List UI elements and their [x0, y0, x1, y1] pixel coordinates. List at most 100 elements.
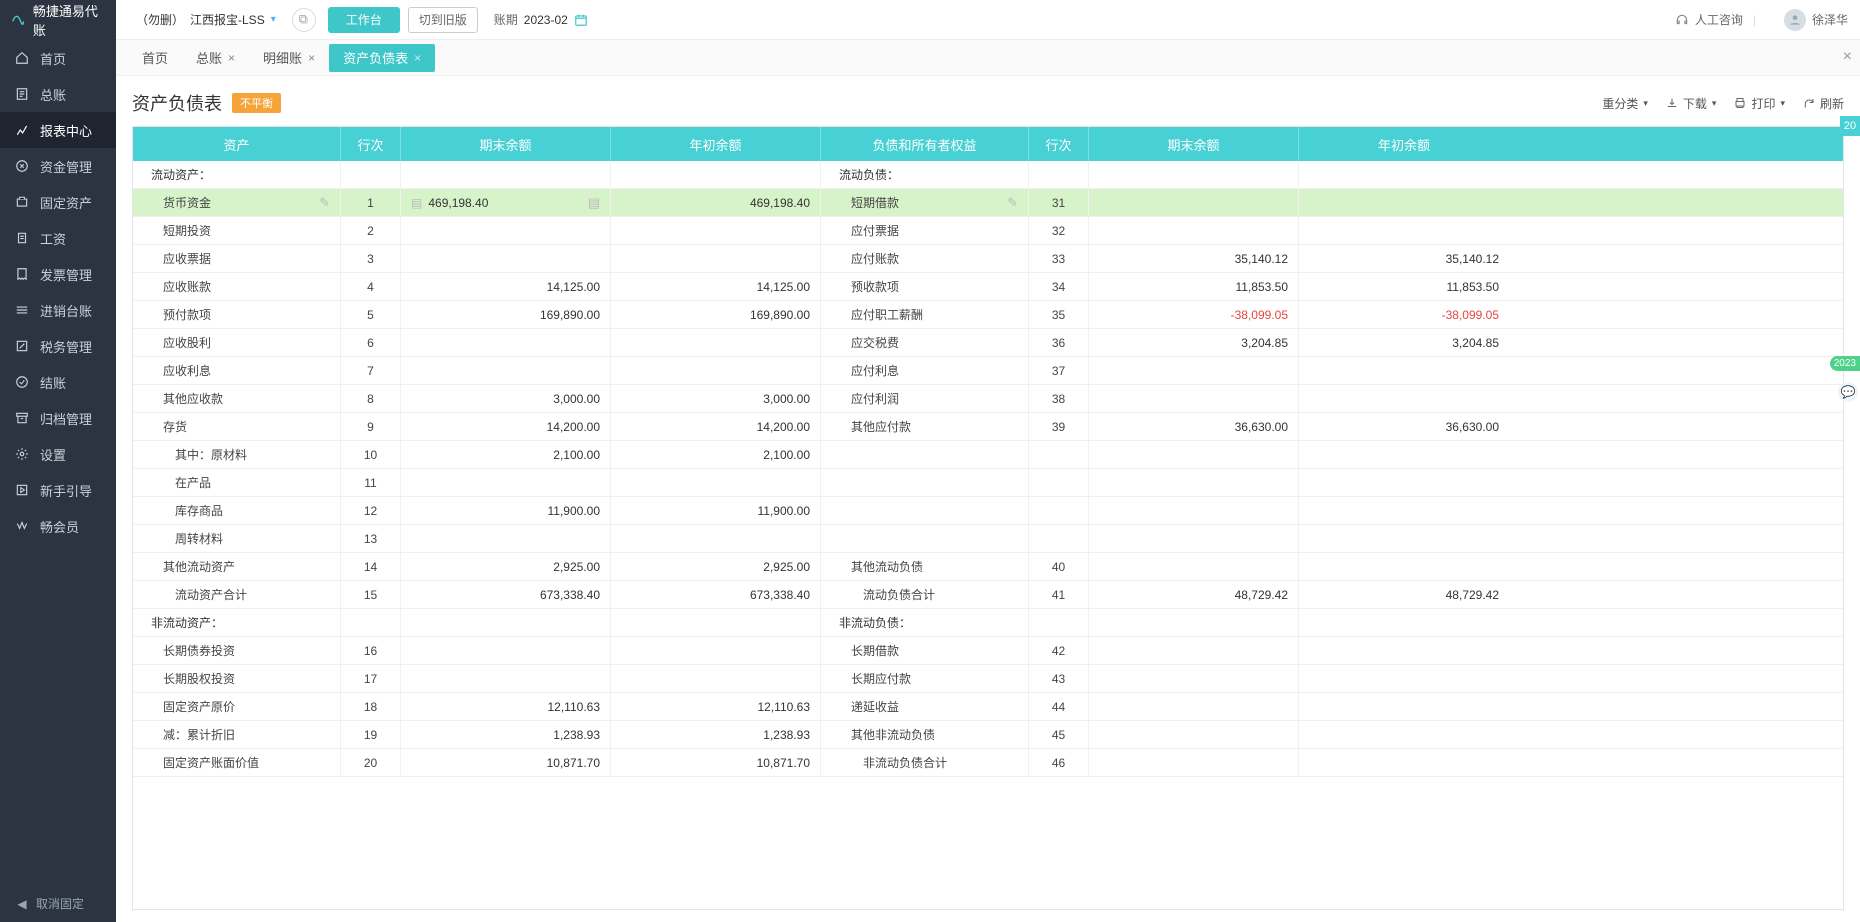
table-row[interactable]: 其他流动资产142,925.002,925.00其他流动负债40	[133, 553, 1843, 581]
sidebar-item-invoice[interactable]: 发票管理	[0, 256, 116, 292]
sidebar-item-close[interactable]: 结账	[0, 364, 116, 400]
table-row[interactable]: 长期股权投资17长期应付款43	[133, 665, 1843, 693]
tab-label: 首页	[142, 48, 168, 67]
asset-end	[401, 665, 611, 692]
balance-sheet-table: 资产 行次 期末余额 年初余额 负债和所有者权益 行次 期末余额 年初余额 流动…	[116, 126, 1860, 922]
asset-row: 1	[341, 189, 401, 216]
table-row[interactable]: 在产品11	[133, 469, 1843, 497]
liab-end: 36,630.00	[1089, 413, 1299, 440]
support-link[interactable]: 人工咨询	[1675, 11, 1743, 28]
table-row[interactable]: 固定资产账面价值2010,871.7010,871.70非流动负债合计46	[133, 749, 1843, 777]
asset-end: 10,871.70	[401, 749, 611, 776]
workspace-button[interactable]: 工作台	[328, 7, 400, 33]
table-row[interactable]: 应收股利6应交税费363,204.853,204.85	[133, 329, 1843, 357]
tab-close-icon[interactable]: ×	[228, 51, 235, 65]
asset-name: 应收票据	[133, 245, 341, 272]
liab-end	[1089, 469, 1299, 496]
sidebar-item-archive[interactable]: 归档管理	[0, 400, 116, 436]
table-row[interactable]: 库存商品1211,900.0011,900.00	[133, 497, 1843, 525]
sidebar-item-inout[interactable]: 进销台账	[0, 292, 116, 328]
asset-row: 2	[341, 217, 401, 244]
asset-begin	[611, 245, 821, 272]
tab-首页[interactable]: 首页	[128, 44, 182, 72]
table-row[interactable]: 周转材料13	[133, 525, 1843, 553]
sidebar-unpin[interactable]: ◀ 取消固定	[0, 885, 116, 922]
asset-end: 12,110.63	[401, 693, 611, 720]
tab-明细账[interactable]: 明细账×	[249, 44, 329, 72]
sidebar-item-ledger[interactable]: 总账	[0, 76, 116, 112]
download-action[interactable]: 下载▾	[1666, 95, 1717, 112]
table-row[interactable]: 存货914,200.0014,200.00其他应付款3936,630.0036,…	[133, 413, 1843, 441]
print-action[interactable]: 打印▾	[1734, 95, 1785, 112]
user-menu[interactable]: 徐泽华	[1784, 9, 1848, 31]
liab-row: 41	[1029, 581, 1089, 608]
table-row[interactable]: 其他应收款83,000.003,000.00应付利润38	[133, 385, 1843, 413]
unbalanced-badge: 不平衡	[232, 93, 281, 113]
chat-float-icon[interactable]: 💬	[1838, 382, 1858, 402]
sidebar-item-salary[interactable]: 工资	[0, 220, 116, 256]
asset-begin: 2,925.00	[611, 553, 821, 580]
sidebar-item-report[interactable]: 报表中心	[0, 112, 116, 148]
sidebar-item-gear[interactable]: 设置	[0, 436, 116, 472]
sidebar-item-guide[interactable]: 新手引导	[0, 472, 116, 508]
sidebar-item-asset[interactable]: 固定资产	[0, 184, 116, 220]
table-row[interactable]: 流动资产合计15673,338.40673,338.40流动负债合计4148,7…	[133, 581, 1843, 609]
year-side-tab[interactable]: 20	[1840, 116, 1860, 136]
table-row[interactable]: 长期债券投资16长期借款42	[133, 637, 1843, 665]
sidebar-item-label: 资金管理	[40, 157, 92, 176]
tabs: 首页总账×明细账×资产负债表××	[116, 40, 1860, 76]
table-row[interactable]: 固定资产原价1812,110.6312,110.63递延收益44	[133, 693, 1843, 721]
sidebar-item-label: 畅会员	[40, 517, 79, 536]
copy-icon-button[interactable]	[292, 8, 316, 32]
edit-icon[interactable]: ✎	[319, 195, 330, 211]
chevron-down-icon: ▾	[1643, 98, 1648, 109]
archive-icon	[14, 410, 30, 426]
liab-name	[821, 525, 1029, 552]
table-row[interactable]: 应收票据3应付账款3335,140.1235,140.12	[133, 245, 1843, 273]
sidebar-item-tax[interactable]: 税务管理	[0, 328, 116, 364]
asset-end: 14,125.00	[401, 273, 611, 300]
asset-end: 3,000.00	[401, 385, 611, 412]
tab-close-icon[interactable]: ×	[414, 51, 421, 65]
refresh-action[interactable]: 刷新	[1803, 95, 1844, 112]
table-body[interactable]: 流动资产：流动负债：货币资金✎1▤469,198.40▤469,198.40短期…	[133, 161, 1843, 909]
sidebar-item-home[interactable]: 首页	[0, 40, 116, 76]
switch-old-button[interactable]: 切到旧版	[408, 7, 478, 33]
table-row[interactable]: 减：累计折旧191,238.931,238.93其他非流动负债45	[133, 721, 1843, 749]
table-row[interactable]: 非流动资产：非流动负债：	[133, 609, 1843, 637]
support-label: 人工咨询	[1695, 11, 1743, 28]
tab-close-icon[interactable]: ×	[308, 51, 315, 65]
gear-icon	[14, 446, 30, 462]
table-row[interactable]: 应收利息7应付利息37	[133, 357, 1843, 385]
table-row[interactable]: 流动资产：流动负债：	[133, 161, 1843, 189]
table-row[interactable]: 短期投资2应付票据32	[133, 217, 1843, 245]
tab-资产负债表[interactable]: 资产负债表×	[329, 44, 435, 72]
asset-end: 1,238.93	[401, 721, 611, 748]
asset-row	[341, 609, 401, 636]
period-value[interactable]: 2023-02	[524, 13, 568, 27]
sidebar-item-fund[interactable]: 资金管理	[0, 148, 116, 184]
table-row[interactable]: 应收账款414,125.0014,125.00预收款项3411,853.5011…	[133, 273, 1843, 301]
sidebar-unpin-label: 取消固定	[36, 895, 84, 912]
fund-icon	[14, 158, 30, 174]
edit-icon[interactable]: ✎	[1007, 195, 1018, 211]
reclass-action[interactable]: 重分类▾	[1602, 95, 1648, 112]
table-row[interactable]: 货币资金✎1▤469,198.40▤469,198.40短期借款✎31	[133, 189, 1843, 217]
close-all-tabs[interactable]: ×	[1843, 48, 1852, 66]
tab-总账[interactable]: 总账×	[182, 44, 249, 72]
liab-begin	[1299, 497, 1509, 524]
calendar-icon[interactable]	[574, 13, 588, 27]
sidebar-item-label: 工资	[40, 229, 66, 248]
liab-end	[1089, 609, 1299, 636]
company-selector[interactable]: （勿删） 江西报宝-LSS ▾	[128, 11, 284, 28]
table-row[interactable]: 其中：原材料102,100.002,100.00	[133, 441, 1843, 469]
sidebar-item-label: 归档管理	[40, 409, 92, 428]
liab-name: 其他非流动负债	[821, 721, 1029, 748]
year-badge: 2023	[1830, 356, 1860, 371]
th-asset: 资产	[133, 127, 341, 161]
asset-row: 14	[341, 553, 401, 580]
sidebar-item-vip[interactable]: 畅会员	[0, 508, 116, 544]
table-row[interactable]: 预付款项5169,890.00169,890.00应付职工薪酬35-38,099…	[133, 301, 1843, 329]
asset-end	[401, 609, 611, 636]
liab-end	[1089, 497, 1299, 524]
